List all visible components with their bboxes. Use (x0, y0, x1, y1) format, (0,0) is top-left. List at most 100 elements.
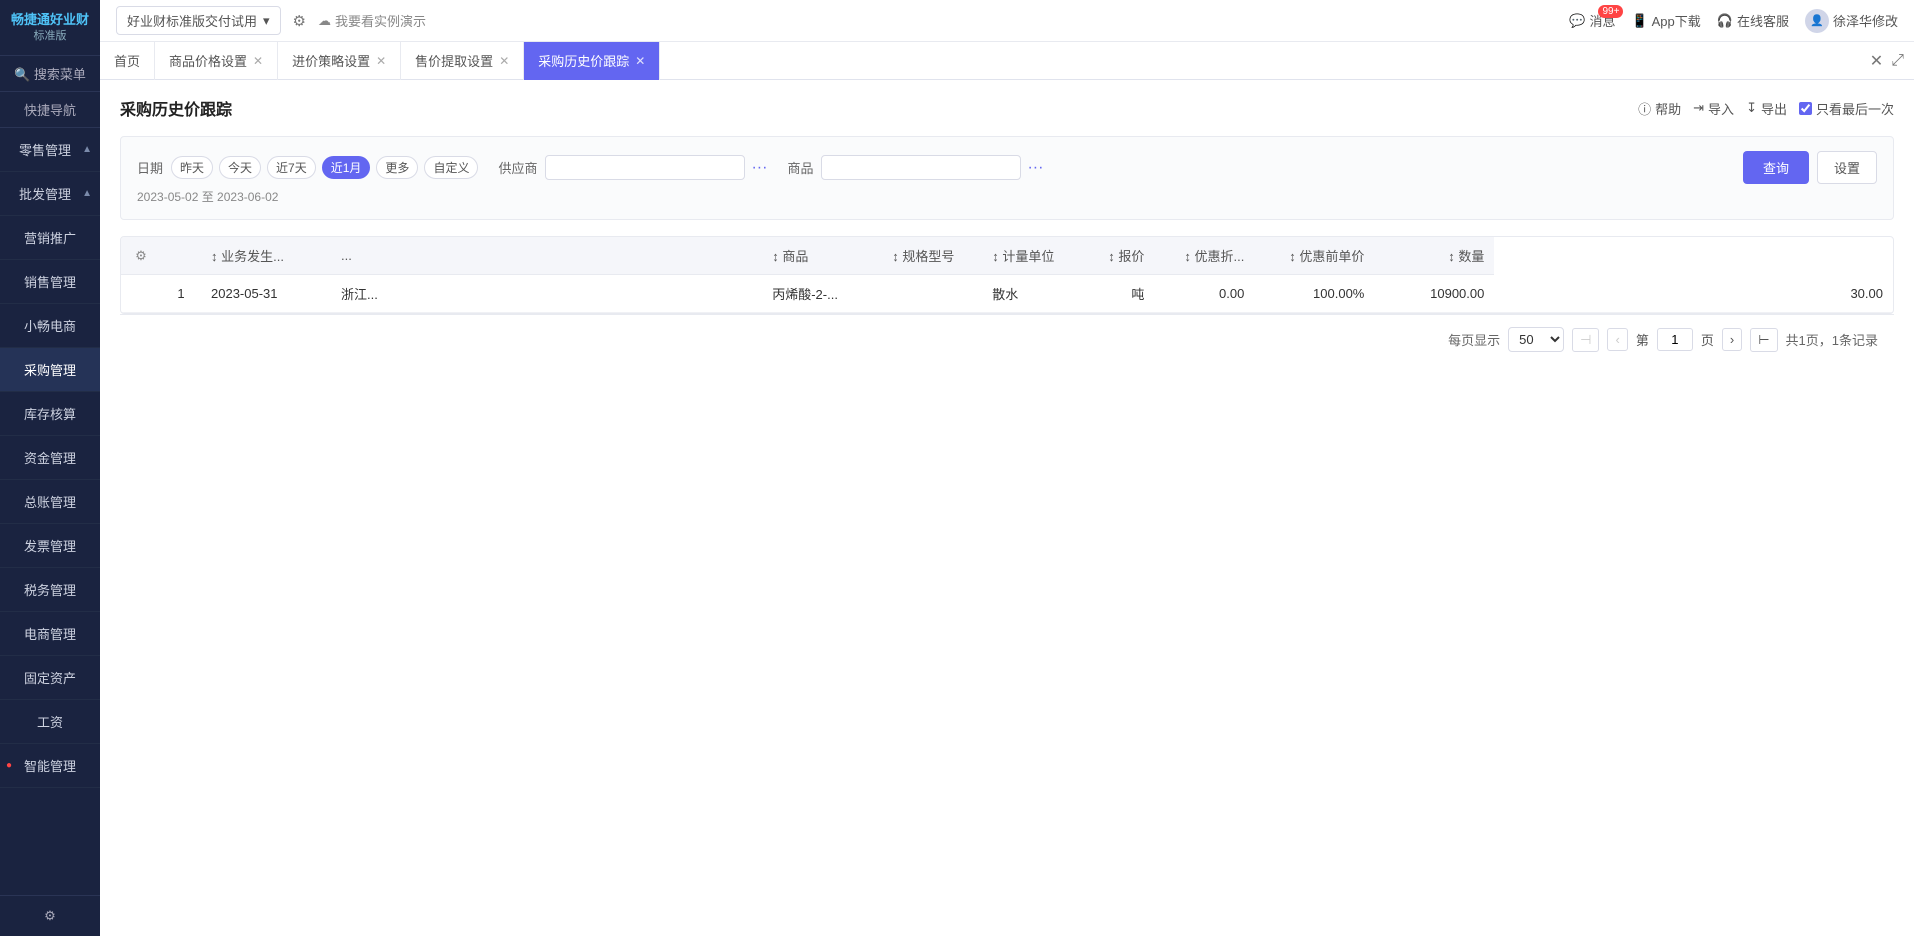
tab-purchase-strategy-close[interactable]: ✕ (376, 54, 386, 68)
date-btn-7days[interactable]: 近7天 (267, 156, 316, 179)
app-download-label: App下载 (1652, 11, 1701, 30)
col-header-spec[interactable]: ↕ 规格型号 (882, 237, 982, 275)
column-settings-icon[interactable]: ⚙ (135, 248, 147, 263)
col-header-original-price[interactable]: ↕ 优惠前单价 (1254, 237, 1374, 275)
row-supplier: 浙江... (341, 287, 378, 302)
export-label: 导出 (1761, 99, 1787, 118)
tab-maximize-icon[interactable]: ⤢ (1891, 52, 1904, 70)
table-body: 1 2023-05-31 浙江... 丙烯酸-2-... (121, 275, 1893, 313)
phone-icon: 📱 (1631, 13, 1647, 29)
page-prev-button[interactable]: ‹ (1607, 328, 1627, 351)
tab-purchase-history[interactable]: 采购历史价跟踪 ✕ (524, 42, 660, 80)
supplier-filter-label: 供应商 (498, 158, 537, 177)
per-page-label: 每页显示 (1448, 330, 1500, 349)
quick-nav-label: 快捷导航 (24, 103, 76, 118)
only-latest-checkbox[interactable] (1799, 102, 1812, 115)
sidebar-item-retail[interactable]: 零售管理 ▲ (0, 128, 100, 172)
per-page-select[interactable]: 50 100 200 (1508, 327, 1564, 352)
sidebar-item-general-ledger-label: 总账管理 (8, 492, 92, 511)
tab-home[interactable]: 首页 (100, 42, 155, 80)
col-header-product[interactable]: ↕ 商品 (762, 237, 882, 275)
header-settings-icon[interactable]: ⚙ (293, 12, 306, 30)
sidebar-item-invoice[interactable]: 发票管理 (0, 524, 100, 568)
row-spec-cell (882, 275, 982, 313)
headset-icon: 🎧 (1717, 13, 1733, 29)
query-button[interactable]: 查询 (1743, 151, 1809, 184)
date-btn-today[interactable]: 今天 (219, 156, 261, 179)
date-btn-more[interactable]: 更多 (376, 156, 418, 179)
tab-sale-price-close[interactable]: ✕ (499, 54, 509, 68)
col-header-price[interactable]: ↕ 报价 (1064, 237, 1154, 275)
col-extra-label: ... (341, 248, 352, 263)
tab-price-settings[interactable]: 商品价格设置 ✕ (155, 42, 278, 80)
filter-settings-button[interactable]: 设置 (1817, 151, 1877, 184)
sidebar-item-retail-label: 零售管理 (8, 140, 82, 159)
col-date-label: 业务发生... (221, 249, 284, 264)
sidebar-item-ecommerce[interactable]: 电商管理 (0, 612, 100, 656)
product-input[interactable] (821, 155, 1021, 180)
tab-sale-price[interactable]: 售价提取设置 ✕ (401, 42, 524, 80)
supplier-input[interactable] (545, 155, 745, 180)
date-btn-yesterday[interactable]: 昨天 (171, 156, 213, 179)
sidebar-item-wholesale[interactable]: 批发管理 ▲ (0, 172, 100, 216)
date-btn-1month[interactable]: 近1月 (322, 156, 371, 179)
notification-dot: ● (6, 760, 12, 771)
sidebar-item-salary[interactable]: 工资 (0, 700, 100, 744)
sidebar-search[interactable]: 🔍 搜索菜单 (0, 56, 100, 92)
col-header-quantity[interactable]: ↕ 数量 (1374, 237, 1494, 275)
tab-sale-price-label: 售价提取设置 (415, 51, 493, 70)
sidebar-item-finance[interactable]: 资金管理 (0, 436, 100, 480)
demo-link[interactable]: ☁ 我要看实例演示 (318, 11, 426, 30)
col-header-discount[interactable]: ↕ 优惠折... (1154, 237, 1254, 275)
sidebar-item-fixed-assets[interactable]: 固定资产 (0, 656, 100, 700)
row-date: 2023-05-31 (211, 286, 278, 301)
search-icon: 🔍 (14, 67, 30, 82)
page-number-input[interactable] (1657, 328, 1693, 351)
sidebar-item-wholesale-label: 批发管理 (8, 184, 82, 203)
online-service-button[interactable]: 🎧 在线客服 (1717, 11, 1789, 30)
sidebar-settings-button[interactable]: ⚙ (0, 895, 100, 936)
col-discount-label: 优惠折... (1195, 249, 1245, 264)
date-filter: 日期 昨天 今天 近7天 近1月 更多 自定义 (137, 156, 478, 179)
page-title: 采购历史价跟踪 (120, 96, 232, 120)
row-product: 丙烯酸-2-... (772, 287, 838, 302)
sidebar-item-marketing[interactable]: 营销推广 (0, 216, 100, 260)
sidebar-item-general-ledger[interactable]: 总账管理 (0, 480, 100, 524)
sidebar-item-tax[interactable]: 税务管理 (0, 568, 100, 612)
help-button[interactable]: ⓘ 帮助 (1638, 99, 1681, 118)
page-next-button[interactable]: › (1722, 328, 1742, 351)
app-selector[interactable]: 好业财标准版交付试用 ▾ (116, 6, 281, 35)
tab-purchase-strategy[interactable]: 进价策略设置 ✕ (278, 42, 401, 80)
supplier-more-icon[interactable]: ··· (751, 159, 767, 177)
row-num: 1 (177, 286, 184, 301)
message-button[interactable]: 💬 消息 99+ (1569, 11, 1615, 30)
page-last-button[interactable]: ⊢ (1750, 328, 1777, 352)
col-header-unit[interactable]: ↕ 计量单位 (982, 237, 1064, 275)
filter-area: 日期 昨天 今天 近7天 近1月 更多 自定义 供应商 (120, 136, 1894, 220)
col-header-num (161, 237, 201, 275)
export-button[interactable]: ↧ 导出 (1746, 99, 1787, 118)
date-options: 昨天 今天 近7天 近1月 更多 自定义 (171, 156, 478, 179)
only-latest-checkbox-label[interactable]: 只看最后一次 (1799, 99, 1894, 118)
tab-price-settings-close[interactable]: ✕ (253, 54, 263, 68)
gear-icon: ⚙ (44, 908, 56, 923)
sidebar-item-purchase-label: 采购管理 (8, 360, 92, 379)
col-header-date[interactable]: ↕ 业务发生... (201, 237, 331, 275)
page-first-button[interactable]: ⊣ (1572, 328, 1599, 352)
import-button[interactable]: ⇥ 导入 (1693, 99, 1734, 118)
sidebar-item-sales[interactable]: 销售管理 (0, 260, 100, 304)
sidebar-item-inventory[interactable]: 库存核算 (0, 392, 100, 436)
sidebar-item-ecommerce-small[interactable]: 小畅电商 (0, 304, 100, 348)
sidebar-item-purchase[interactable]: 采购管理 (0, 348, 100, 392)
tab-bar: 首页 商品价格设置 ✕ 进价策略设置 ✕ 售价提取设置 ✕ 采购历史价跟踪 ✕ … (100, 42, 1914, 80)
date-btn-custom[interactable]: 自定义 (424, 156, 478, 179)
sidebar-item-smart[interactable]: ● 智能管理 (0, 744, 100, 788)
sidebar-quick-nav[interactable]: 快捷导航 (0, 92, 100, 128)
user-info[interactable]: 👤 徐泽华修改 (1805, 9, 1898, 33)
app-download-button[interactable]: 📱 App下载 (1631, 11, 1700, 30)
tab-close-all-icon[interactable]: ✕ (1870, 51, 1883, 71)
tab-purchase-history-close[interactable]: ✕ (635, 54, 645, 68)
product-more-icon[interactable]: ··· (1027, 159, 1043, 177)
product-filter-label: 商品 (787, 158, 813, 177)
col-header-extra[interactable]: ... (331, 237, 762, 275)
